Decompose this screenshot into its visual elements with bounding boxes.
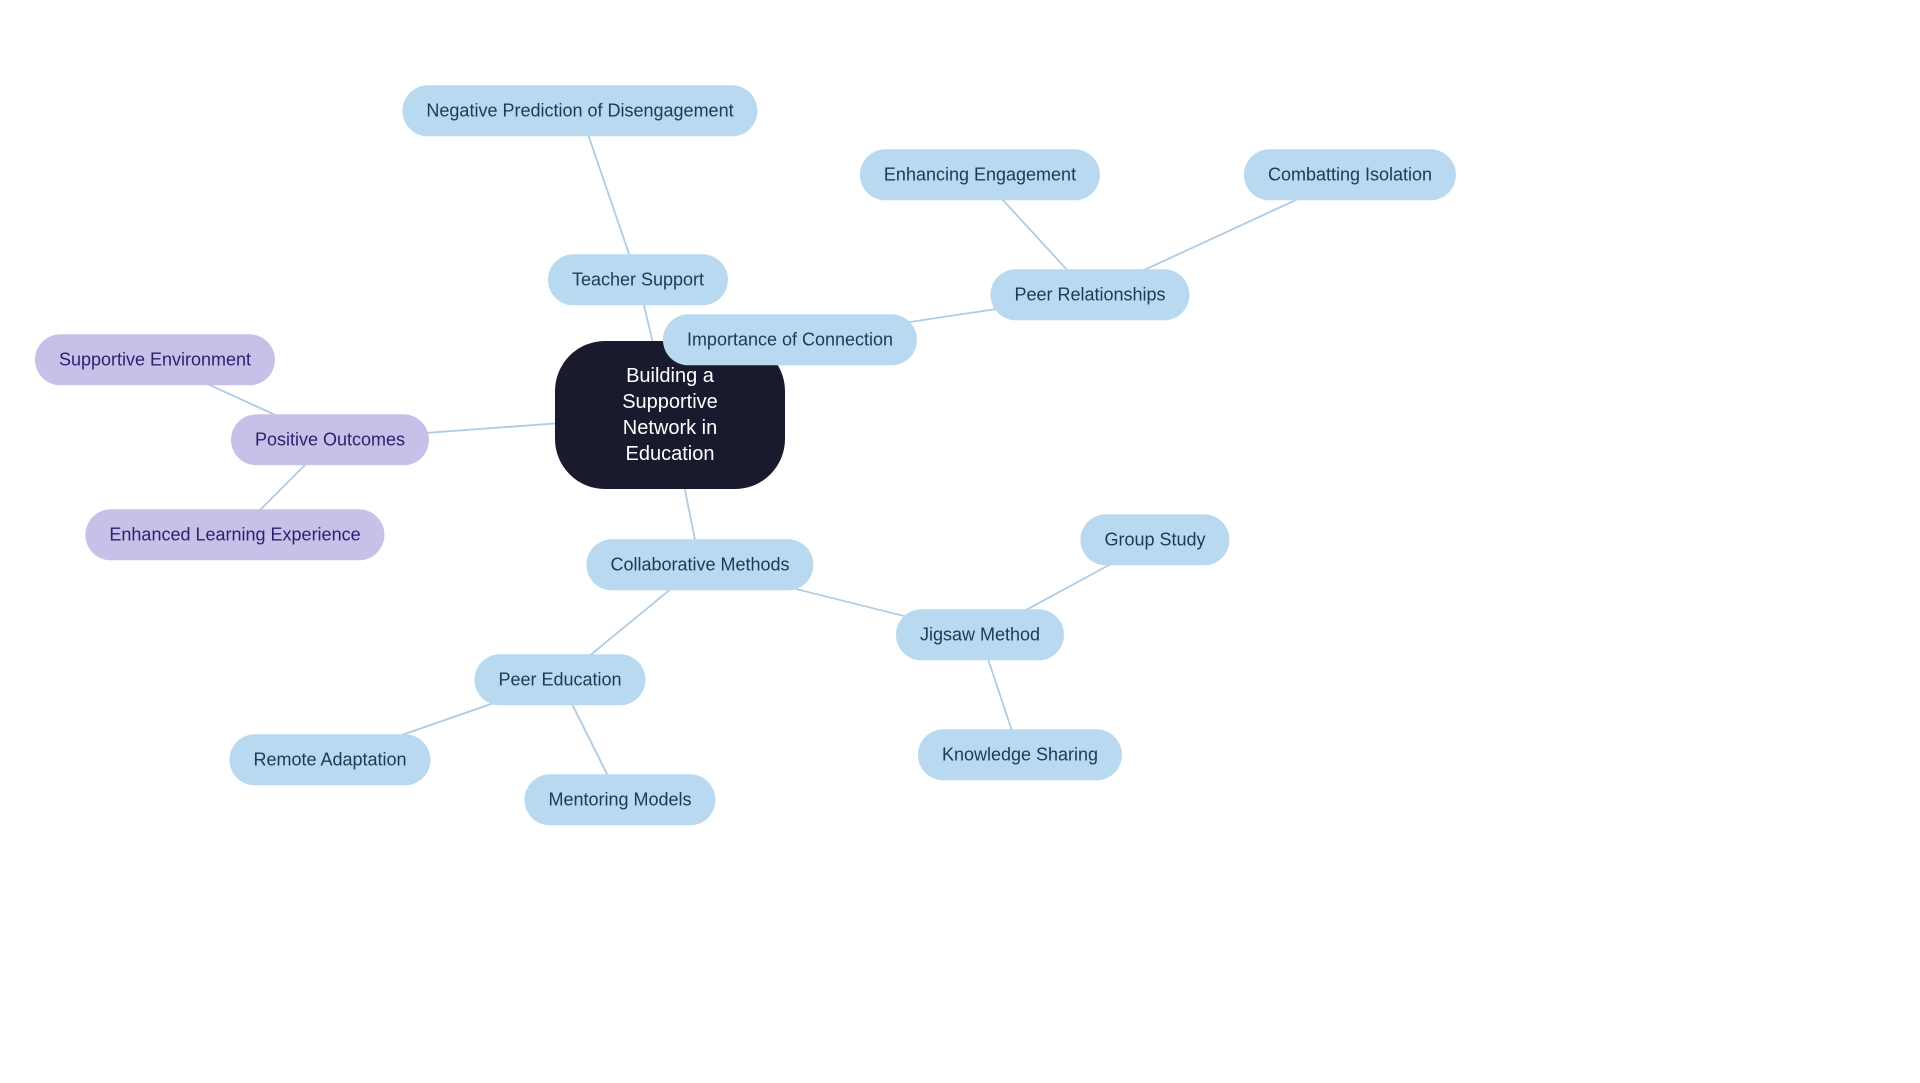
mind-map-canvas: Building a Supportive Network in Educati… [0, 0, 1920, 1083]
node-group-study: Group Study [1080, 514, 1229, 565]
node-importance-connection: Importance of Connection [663, 314, 917, 365]
node-knowledge-sharing: Knowledge Sharing [918, 729, 1122, 780]
node-collaborative-methods: Collaborative Methods [586, 539, 813, 590]
node-combatting-isolation: Combatting Isolation [1244, 149, 1456, 200]
node-jigsaw-method: Jigsaw Method [896, 609, 1064, 660]
node-mentoring-models: Mentoring Models [524, 774, 715, 825]
node-supportive-environment: Supportive Environment [35, 334, 275, 385]
node-peer-relationships: Peer Relationships [990, 269, 1189, 320]
node-teacher-support: Teacher Support [548, 254, 728, 305]
node-positive-outcomes: Positive Outcomes [231, 414, 429, 465]
node-enhanced-learning: Enhanced Learning Experience [85, 509, 384, 560]
node-remote-adaptation: Remote Adaptation [229, 734, 430, 785]
node-negative-prediction: Negative Prediction of Disengagement [402, 85, 757, 136]
node-enhancing-engagement: Enhancing Engagement [860, 149, 1100, 200]
node-peer-education: Peer Education [474, 654, 645, 705]
